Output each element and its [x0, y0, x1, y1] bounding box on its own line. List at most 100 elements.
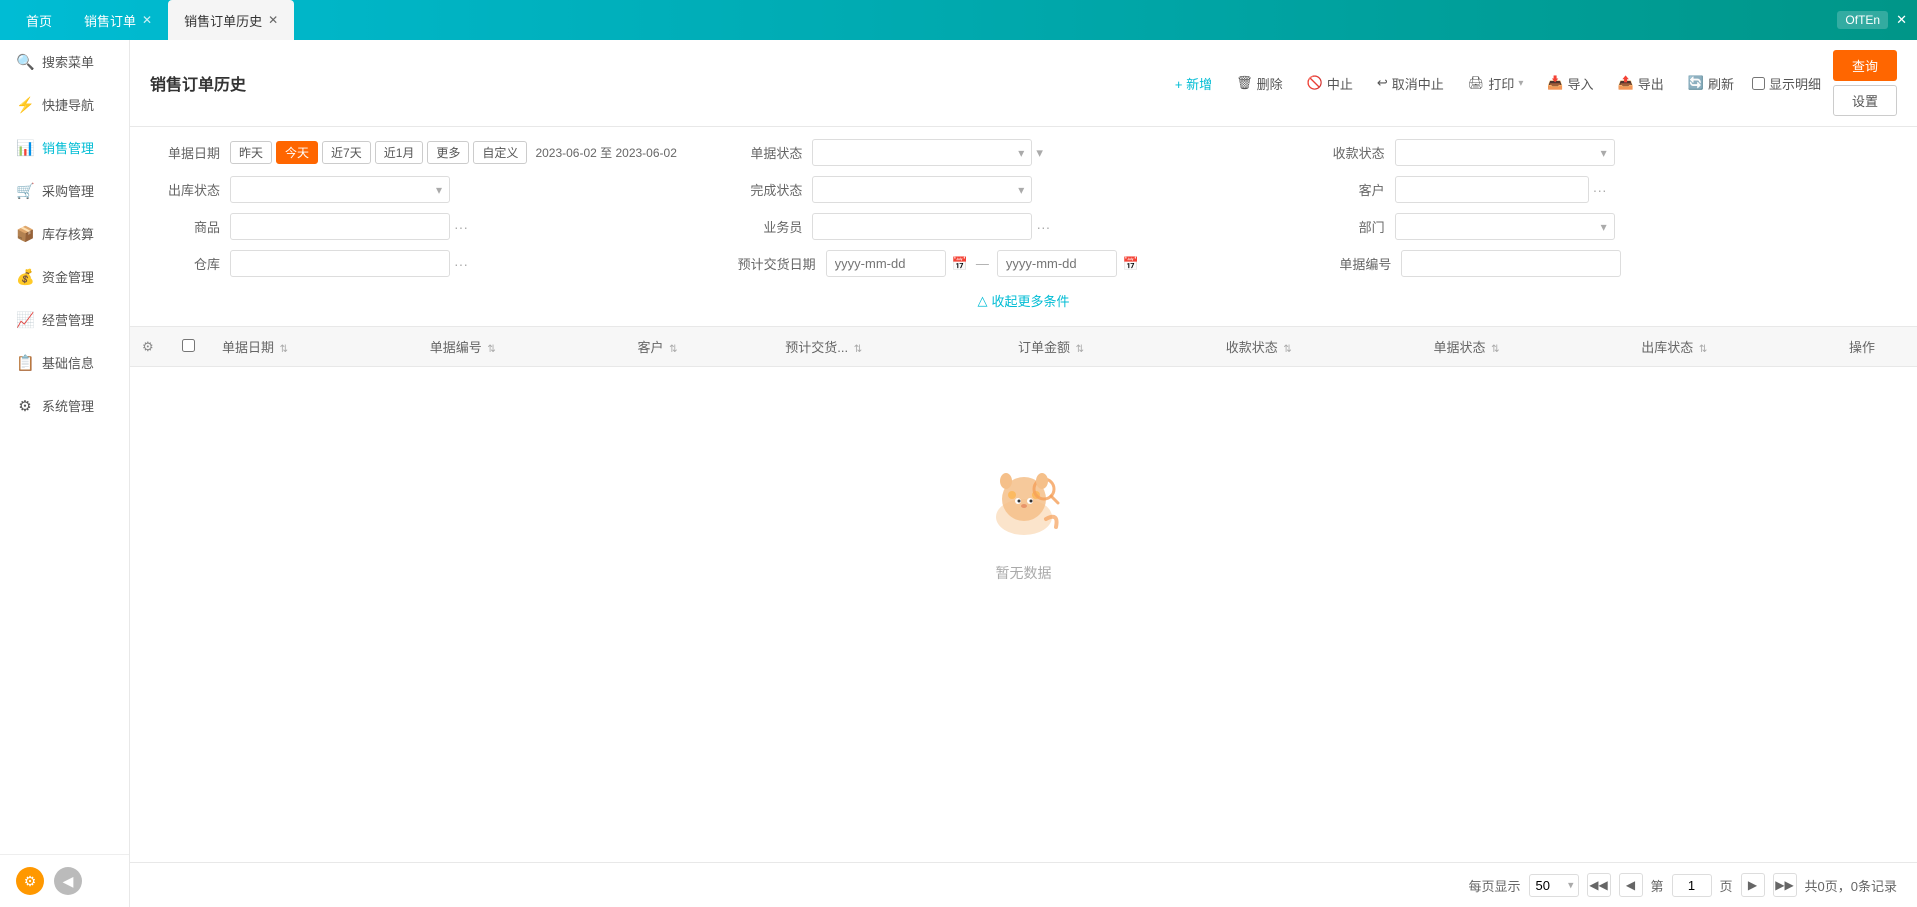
window-close-icon[interactable]: ✕	[1896, 12, 1907, 28]
receipt-status-select[interactable]	[1395, 139, 1615, 166]
product-ellipsis-btn[interactable]: ···	[450, 219, 472, 235]
customer-control: ···	[1395, 176, 1897, 203]
receipt-status-label: 收款状态	[1315, 143, 1395, 162]
table-settings-gear[interactable]: ⚙	[142, 339, 154, 354]
sidebar-item-purchase-mgmt[interactable]: 🛒 采购管理	[0, 169, 129, 212]
th-expected-date-label: 预计交货...	[785, 340, 848, 355]
warehouse-input[interactable]	[230, 250, 450, 277]
th-expected-date-sort[interactable]: ⇅	[854, 344, 862, 355]
th-bill-status[interactable]: 单据状态 ⇅	[1421, 327, 1629, 367]
date-btn-more[interactable]: 更多	[427, 141, 469, 164]
sidebar-item-capital-mgmt[interactable]: 💰 资金管理	[0, 255, 129, 298]
new-button[interactable]: + 新增	[1169, 70, 1218, 97]
tab-bar: 首页 销售订单 ✕ 销售订单历史 ✕	[10, 0, 1837, 40]
tab-sales-order-history-close[interactable]: ✕	[268, 13, 278, 27]
bill-status-select[interactable]	[812, 139, 1032, 166]
department-select[interactable]	[1395, 213, 1615, 240]
import-button[interactable]: 📥 导入	[1541, 70, 1599, 97]
sidebar-item-quick-nav[interactable]: ⚡ 快捷导航	[0, 83, 129, 126]
th-bill-status-sort[interactable]: ⇅	[1491, 344, 1499, 355]
sidebar-item-sys-mgmt[interactable]: ⚙ 系统管理	[0, 384, 129, 427]
sidebar-item-sales-mgmt-label: 销售管理	[42, 138, 94, 157]
bill-no-input[interactable]	[1401, 250, 1621, 277]
refresh-label: 刷新	[1708, 74, 1734, 93]
last-page-button[interactable]: ▶▶	[1773, 873, 1797, 897]
delete-button[interactable]: 🗑 删除	[1230, 70, 1289, 97]
query-button[interactable]: 查询	[1833, 50, 1897, 81]
th-outbound-status[interactable]: 出库状态 ⇅	[1629, 327, 1837, 367]
first-page-button[interactable]: ◀◀	[1587, 873, 1611, 897]
th-date-sort[interactable]: ⇅	[280, 344, 288, 355]
calendar-to-icon[interactable]: 📅	[1123, 256, 1139, 272]
tab-home[interactable]: 首页	[10, 0, 68, 40]
tab-sales-order[interactable]: 销售订单 ✕	[68, 0, 168, 40]
th-customer-label: 客户	[638, 340, 664, 355]
date-btn-yesterday[interactable]: 昨天	[230, 141, 272, 164]
completion-status-select[interactable]	[812, 176, 1032, 203]
receipt-status-select-wrapper	[1395, 139, 1615, 166]
salesperson-input[interactable]	[812, 213, 1032, 240]
settings-button[interactable]: 设置	[1833, 85, 1897, 116]
date-btn-today[interactable]: 今天	[276, 141, 318, 164]
th-customer-sort[interactable]: ⇅	[669, 344, 677, 355]
customer-ellipsis-btn[interactable]: ···	[1589, 182, 1611, 198]
th-bill-no-sort[interactable]: ⇅	[487, 344, 495, 355]
outbound-status-select[interactable]	[230, 176, 450, 203]
calendar-from-icon[interactable]: 📅	[952, 256, 968, 272]
stop-button[interactable]: 🚫 中止	[1301, 70, 1359, 97]
display-detail-checkbox[interactable]	[1752, 77, 1765, 90]
empty-icon	[974, 447, 1074, 547]
th-bill-no[interactable]: 单据编号 ⇅	[418, 327, 626, 367]
next-page-button[interactable]: ▶	[1741, 873, 1765, 897]
department-select-wrapper	[1395, 213, 1615, 240]
sidebar-item-search-menu[interactable]: 🔍 搜索菜单	[0, 40, 129, 83]
sidebar-item-ops-mgmt-label: 经营管理	[42, 310, 94, 329]
th-receipt-status[interactable]: 收款状态 ⇅	[1214, 327, 1422, 367]
collapse-row[interactable]: △ 收起更多条件	[150, 287, 1897, 314]
outbound-status-label: 出库状态	[150, 180, 230, 199]
product-input[interactable]	[230, 213, 450, 240]
print-button[interactable]: 🖨 打印 ▾	[1462, 70, 1530, 97]
cancel-stop-button[interactable]: ↩ 取消中止	[1371, 70, 1450, 97]
warehouse-ellipsis-btn[interactable]: ···	[450, 256, 472, 272]
product-label: 商品	[150, 217, 230, 236]
date-btn-custom[interactable]: 自定义	[473, 141, 527, 164]
bill-status-select-wrapper	[812, 139, 1032, 166]
bill-status-control: ▾	[812, 139, 1314, 166]
tab-sales-order-history[interactable]: 销售订单历史 ✕	[168, 0, 294, 40]
select-all-checkbox[interactable]	[182, 339, 195, 352]
sidebar-item-basic-info[interactable]: 📋 基础信息	[0, 341, 129, 384]
prev-page-button[interactable]: ◀	[1619, 873, 1643, 897]
date-to-input[interactable]	[997, 250, 1117, 277]
th-customer[interactable]: 客户 ⇅	[626, 327, 774, 367]
sidebar-settings-icon[interactable]: ⚙	[16, 867, 44, 895]
sidebar-item-sales-mgmt[interactable]: 📊 销售管理	[0, 126, 129, 169]
th-expected-date[interactable]: 预计交货... ⇅	[773, 327, 1006, 367]
th-order-amount-sort[interactable]: ⇅	[1076, 344, 1084, 355]
th-receipt-status-sort[interactable]: ⇅	[1283, 344, 1291, 355]
display-detail-toggle[interactable]: 显示明细	[1752, 74, 1821, 93]
sidebar-collapse-icon[interactable]: ◀	[54, 867, 82, 895]
completion-status-select-wrapper	[812, 176, 1032, 203]
empty-state: 暂无数据	[130, 367, 1917, 623]
page-size-select[interactable]: 50 20 100	[1529, 874, 1579, 897]
th-outbound-status-sort[interactable]: ⇅	[1699, 344, 1707, 355]
th-actions-label: 操作	[1849, 340, 1875, 355]
th-date[interactable]: 单据日期 ⇅	[210, 327, 418, 367]
salesperson-ellipsis-btn[interactable]: ···	[1032, 219, 1054, 235]
date-btn-1month[interactable]: 近1月	[375, 141, 424, 164]
date-btn-7days[interactable]: 近7天	[322, 141, 371, 164]
customer-input[interactable]	[1395, 176, 1589, 203]
tab-sales-order-close[interactable]: ✕	[142, 13, 152, 27]
quick-nav-icon: ⚡	[16, 96, 34, 114]
page-number-input[interactable]: 1	[1672, 874, 1712, 897]
date-from-input[interactable]	[826, 250, 946, 277]
sidebar-item-inventory-check[interactable]: 📦 库存核算	[0, 212, 129, 255]
export-button[interactable]: 📤 导出	[1612, 70, 1670, 97]
refresh-button[interactable]: 🔄 刷新	[1682, 70, 1740, 97]
sales-mgmt-icon: 📊	[16, 139, 34, 157]
warehouse-control: ···	[230, 250, 726, 277]
refresh-icon: 🔄	[1688, 75, 1704, 91]
sidebar-item-ops-mgmt[interactable]: 📈 经营管理	[0, 298, 129, 341]
th-order-amount[interactable]: 订单金额 ⇅	[1006, 327, 1214, 367]
